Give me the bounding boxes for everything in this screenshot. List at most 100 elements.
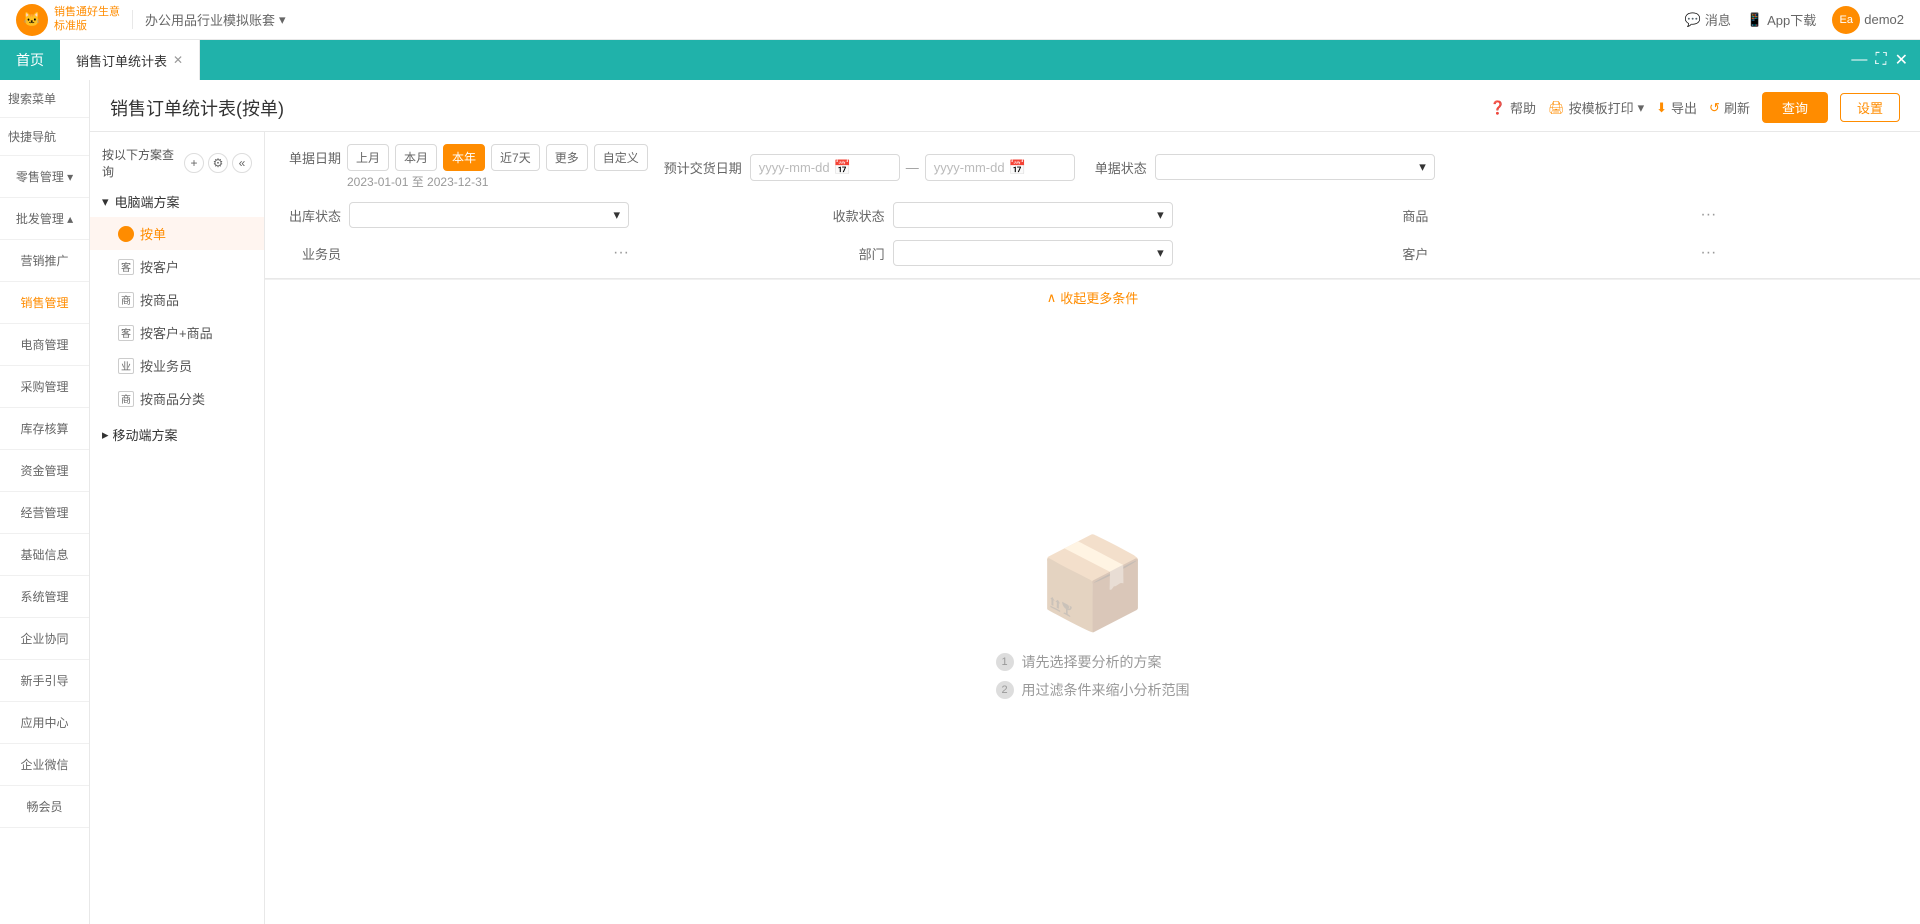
- left-panel-title: 按以下方案查询: [102, 146, 184, 180]
- sidebar-item-marketing[interactable]: 营销推广: [0, 240, 89, 282]
- sidebar-item-appcenter[interactable]: 应用中心: [0, 702, 89, 744]
- date-btn-last-month[interactable]: 上月: [347, 144, 389, 171]
- sidebar-item-wechat[interactable]: 企业微信: [0, 744, 89, 786]
- sidebar-item-sales[interactable]: 销售管理: [0, 282, 89, 324]
- date-btn-7days[interactable]: 近7天: [491, 144, 540, 171]
- date-btn-more[interactable]: 更多: [546, 144, 588, 171]
- delivery-date-group: yyyy-mm-dd 📅 — yyyy-mm-dd 📅: [750, 154, 1075, 181]
- settings-plan-btn[interactable]: ⚙: [208, 153, 228, 173]
- plan-item-by-customer[interactable]: 客 按客户: [90, 250, 264, 283]
- content-area: 销售订单统计表(按单) ❓ 帮助 🖨 按模板打印 ▾ ⬇ 导出 ↺ 刷新: [90, 80, 1920, 924]
- move-plan-label[interactable]: ▸ 移动端方案: [102, 425, 252, 444]
- page-body: 按以下方案查询 + ⚙ « ▾ 电脑端方案 按单: [90, 132, 1920, 924]
- user-profile[interactable]: Ea demo2: [1832, 6, 1904, 34]
- help-btn[interactable]: ❓ 帮助: [1490, 98, 1536, 117]
- window-maximize-btn[interactable]: ⛶: [1875, 51, 1886, 69]
- receipt-label: 收款状态: [829, 206, 885, 225]
- sidebar-item-retail[interactable]: 零售管理 ▾: [0, 156, 89, 198]
- calendar-to-icon[interactable]: 📅: [1009, 159, 1026, 176]
- print-btn[interactable]: 🖨 按模板打印 ▾: [1548, 98, 1644, 117]
- plan-group-label: 电脑端方案: [115, 192, 180, 211]
- sidebar-item-newuser[interactable]: 新手引导: [0, 660, 89, 702]
- download-btn[interactable]: 📱 App下载: [1747, 10, 1816, 29]
- window-close-btn[interactable]: ✕: [1895, 50, 1908, 70]
- left-panel: 按以下方案查询 + ⚙ « ▾ 电脑端方案 按单: [90, 132, 265, 924]
- query-button[interactable]: 查询: [1762, 92, 1828, 123]
- print-icon: 🖨: [1548, 100, 1565, 116]
- sidebar-item-operation[interactable]: 经营管理: [0, 492, 89, 534]
- plan-by-customer-icon: 客: [118, 259, 134, 275]
- date-btn-this-month[interactable]: 本月: [395, 144, 437, 171]
- date-range-text: 2023-01-01 至 2023-12-31: [347, 175, 488, 189]
- receipt-select-arrow: ▾: [1157, 207, 1164, 223]
- status-select[interactable]: ▾: [1155, 154, 1435, 180]
- collapse-bar[interactable]: ∧ 收起更多条件: [265, 279, 1920, 315]
- delivery-date-to[interactable]: yyyy-mm-dd 📅: [925, 154, 1075, 181]
- sidebar-quick-nav[interactable]: 快捷导航: [0, 118, 89, 156]
- dept-select[interactable]: ▾: [893, 240, 1173, 266]
- plan-group-arrow: ▾: [102, 194, 109, 210]
- settings-button[interactable]: 设置: [1840, 93, 1900, 122]
- page-header-actions: ❓ 帮助 🖨 按模板打印 ▾ ⬇ 导出 ↺ 刷新 查询 设置: [1490, 92, 1900, 123]
- collapse-panel-btn[interactable]: «: [232, 153, 252, 173]
- empty-step-1: 1 请先选择要分析的方案: [996, 652, 1190, 672]
- message-btn[interactable]: 💬 消息: [1685, 10, 1731, 29]
- out-status-section: 出库状态 ▾: [285, 202, 813, 228]
- plan-item-by-category[interactable]: 商 按商品分类: [90, 382, 264, 415]
- delivery-date-from[interactable]: yyyy-mm-dd 📅: [750, 154, 900, 181]
- sidebar-item-finance[interactable]: 资金管理: [0, 450, 89, 492]
- customer-label: 客户: [1372, 244, 1428, 263]
- sidebar-item-enterprise[interactable]: 企业协同: [0, 618, 89, 660]
- tab-bar: 首页 销售订单统计表 ✕ — ⛶ ✕: [0, 40, 1920, 80]
- goods-section: 商品 ···: [1372, 206, 1900, 225]
- goods-more-btn[interactable]: ···: [1700, 206, 1716, 224]
- app-dropdown-icon: ▾: [279, 12, 286, 28]
- window-minimize-btn[interactable]: —: [1851, 51, 1867, 69]
- add-plan-btn[interactable]: +: [184, 153, 204, 173]
- app-selector[interactable]: 办公用品行业模拟账套 ▾: [132, 10, 286, 29]
- sidebar-item-system[interactable]: 系统管理: [0, 576, 89, 618]
- customer-more-btn[interactable]: ···: [1700, 244, 1716, 262]
- calendar-from-icon[interactable]: 📅: [834, 159, 851, 176]
- sidebar-item-member[interactable]: 畅会员: [0, 786, 89, 828]
- date-btn-custom[interactable]: 自定义: [594, 144, 648, 171]
- collapse-icon: ∧: [1047, 290, 1057, 306]
- date-btn-this-year[interactable]: 本年: [443, 144, 485, 171]
- refresh-btn[interactable]: ↺ 刷新: [1709, 98, 1750, 117]
- export-btn[interactable]: ⬇ 导出: [1656, 98, 1697, 117]
- delivery-date-label: 预计交货日期: [664, 158, 742, 177]
- plan-group-header[interactable]: ▾ 电脑端方案: [90, 186, 264, 217]
- sidebar-item-purchase[interactable]: 采购管理: [0, 366, 89, 408]
- top-bar-left: 🐱 销售通好生意 标准版 办公用品行业模拟账套 ▾: [16, 4, 286, 36]
- customer-section: 客户 ···: [1372, 244, 1900, 263]
- sidebar-search[interactable]: 搜索菜单: [0, 80, 89, 118]
- message-icon: 💬: [1685, 12, 1701, 28]
- filter-row-3: 业务员 ··· 部门 ▾: [285, 240, 1900, 266]
- date-btn-group: 上月 本月 本年 近7天 更多 自定义: [347, 144, 648, 171]
- tab-sales-stat[interactable]: 销售订单统计表 ✕: [60, 40, 200, 80]
- salesman-more-btn[interactable]: ···: [613, 244, 629, 262]
- status-label: 单据状态: [1091, 158, 1147, 177]
- sidebar-item-wholesale[interactable]: 批发管理 ▴: [0, 198, 89, 240]
- plan-item-by-goods[interactable]: 商 按商品: [90, 283, 264, 316]
- receipt-status-select[interactable]: ▾: [893, 202, 1173, 228]
- plan-item-by-order[interactable]: 按单: [90, 217, 264, 250]
- plan-item-by-salesman[interactable]: 业 按业务员: [90, 349, 264, 382]
- plan-by-order-icon: [118, 226, 134, 242]
- sidebar-item-basic[interactable]: 基础信息: [0, 534, 89, 576]
- right-content: 单据日期 上月 本月 本年 近7天 更多 自定义: [265, 132, 1920, 924]
- main-layout: 搜索菜单 快捷导航 零售管理 ▾ 批发管理 ▴ 营销推广 销售管理 电商管理 采…: [0, 80, 1920, 924]
- app-name: 办公用品行业模拟账套: [145, 10, 275, 29]
- sidebar-item-ecommerce[interactable]: 电商管理: [0, 324, 89, 366]
- print-dropdown-icon[interactable]: ▾: [1638, 100, 1645, 116]
- out-status-select[interactable]: ▾: [349, 202, 629, 228]
- plan-item-by-customer-goods[interactable]: 客 按客户+商品: [90, 316, 264, 349]
- goods-label: 商品: [1372, 206, 1428, 225]
- tab-close-btn[interactable]: ✕: [173, 53, 183, 67]
- page-header: 销售订单统计表(按单) ❓ 帮助 🖨 按模板打印 ▾ ⬇ 导出 ↺ 刷新: [90, 80, 1920, 132]
- sidebar: 搜索菜单 快捷导航 零售管理 ▾ 批发管理 ▴ 营销推广 销售管理 电商管理 采…: [0, 80, 90, 924]
- out-label: 出库状态: [285, 206, 341, 225]
- tab-home[interactable]: 首页: [0, 40, 60, 80]
- empty-illustration: 📦: [1036, 531, 1148, 636]
- sidebar-item-inventory[interactable]: 库存核算: [0, 408, 89, 450]
